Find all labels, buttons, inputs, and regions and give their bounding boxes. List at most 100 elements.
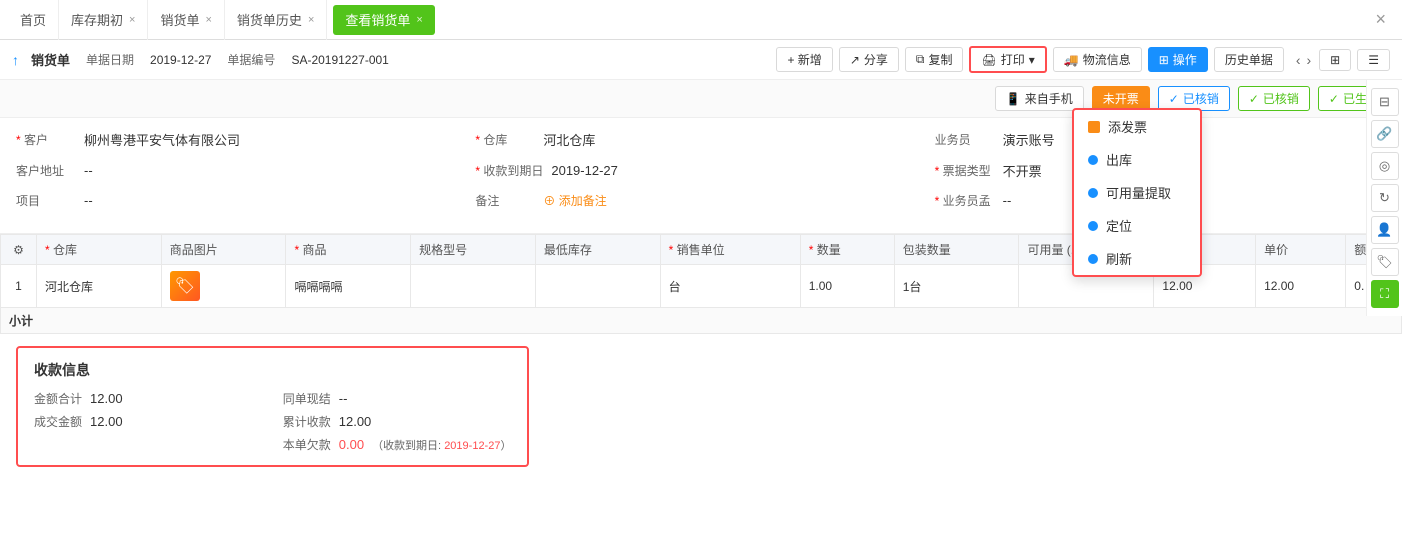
staff2-label: 业务员孟: [935, 192, 995, 209]
subtotal-row: 小计: [1, 308, 1402, 334]
refresh-item[interactable]: 刷新: [1074, 242, 1200, 275]
same-order-value: --: [339, 391, 348, 406]
tab-inventory-init-close[interactable]: ×: [129, 14, 135, 26]
cancelled-button[interactable]: ✓ 已核销: [1238, 86, 1310, 111]
due-date-value: 2019-12-27: [551, 163, 618, 178]
staff-value: 演示账号: [1003, 130, 1055, 149]
tab-sales-order-label: 销货单: [160, 10, 199, 29]
effective-icon: ✓: [1329, 92, 1339, 106]
tab-bar: 首页 库存期初 × 销货单 × 销货单历史 × 查看销货单 × ×: [0, 0, 1402, 40]
th-sales-unit: 销售单位: [660, 235, 800, 265]
sidebar-expand-button[interactable]: ⛶: [1371, 280, 1399, 308]
tab-inventory-init[interactable]: 库存期初 ×: [59, 0, 148, 40]
cell-sales-unit: 台: [660, 265, 800, 308]
add-invoice-label: 添发票: [1108, 117, 1147, 136]
transaction-amount-value: 12.00: [90, 414, 123, 429]
cumulative-receipt-value: 12.00: [339, 414, 372, 429]
sidebar-link-button[interactable]: 🔗: [1371, 120, 1399, 148]
same-order-label: 同单现结: [283, 390, 331, 407]
outbound-item[interactable]: 出库: [1074, 143, 1200, 176]
history-button[interactable]: 历史单据: [1214, 47, 1284, 72]
outbound-label: 出库: [1106, 150, 1132, 169]
cell-quantity: 1.00: [800, 265, 894, 308]
th-warehouse: 仓库: [37, 235, 162, 265]
customer-label: 客户: [16, 131, 76, 148]
product-thumbnail: 🏷: [170, 271, 200, 301]
logistics-button[interactable]: 🚚 物流信息: [1053, 47, 1142, 72]
ticket-type-label: 票据类型: [935, 162, 995, 179]
tab-view-sales-close[interactable]: ×: [416, 14, 422, 26]
cell-product-image: 🏷: [161, 265, 286, 308]
cumulative-receipt-label: 累计收款: [283, 413, 331, 430]
sidebar-refresh-button[interactable]: ↻: [1371, 184, 1399, 212]
check-icon: ✓: [1169, 92, 1179, 106]
toolbar-right: + 新增 ↗ 分享 ⧉ 复制 🖨 打印 ▾ 🚚 物流信息: [776, 46, 1390, 73]
th-unit-price: 单价: [1256, 235, 1346, 265]
tab-sales-order-close[interactable]: ×: [205, 14, 211, 26]
add-invoice-item[interactable]: 添发票: [1074, 110, 1200, 143]
tab-view-sales[interactable]: 查看销货单 ×: [333, 5, 434, 35]
new-button[interactable]: + 新增: [776, 47, 832, 72]
operations-icon: ⊞: [1159, 53, 1169, 67]
tab-home[interactable]: 首页: [8, 0, 59, 40]
next-arrow[interactable]: ›: [1305, 52, 1314, 68]
list-view-button[interactable]: ☰: [1357, 49, 1390, 71]
tab-sales-history[interactable]: 销货单历史 ×: [225, 0, 327, 40]
doc-type-label: 销货单: [31, 50, 70, 69]
tab-sales-order[interactable]: 销货单 ×: [148, 0, 224, 40]
operations-dropdown: 添发票 出库 可用量提取 定位 刷新: [1072, 108, 1202, 277]
sidebar-link-icon: 🔗: [1376, 126, 1392, 142]
tab-view-sales-label: 查看销货单: [345, 10, 410, 29]
th-product: 商品: [286, 235, 411, 265]
copy-button[interactable]: ⧉ 复制: [905, 47, 964, 72]
locate-label: 定位: [1106, 216, 1132, 235]
sidebar-user-button[interactable]: 👤: [1371, 216, 1399, 244]
date-label: 单据日期: [86, 51, 134, 68]
invoice-icon: [1088, 121, 1100, 133]
main-content: ↑ 销货单 单据日期 2019-12-27 单据编号 SA-20191227-0…: [0, 40, 1402, 533]
cell-unit-price: 12.00: [1256, 265, 1346, 308]
due-date-group: 收款到期日 2019-12-27: [475, 162, 926, 179]
tab-sales-history-close[interactable]: ×: [308, 14, 314, 26]
due-date-label: 收款到期日: [475, 162, 543, 179]
payment-section: 收款信息 金额合计 12.00 同单现结 -- 成交金额 12.00: [0, 334, 1402, 479]
locate-icon: [1088, 221, 1098, 231]
staff-label: 业务员: [935, 131, 995, 148]
print-dropdown-arrow: ▾: [1029, 53, 1035, 67]
available-qty-item[interactable]: 可用量提取: [1074, 176, 1200, 209]
sidebar-grid-icon: ⊟: [1379, 94, 1390, 110]
cell-no: 1: [1, 265, 37, 308]
grid-view-button[interactable]: ⊞: [1319, 49, 1351, 71]
add-note-button[interactable]: ⊕ 添加备注: [543, 192, 606, 209]
warehouse-value: 河北仓库: [543, 130, 595, 149]
sidebar-tag-button[interactable]: 🏷: [1371, 248, 1399, 276]
number-label: 单据编号: [227, 51, 275, 68]
th-settings[interactable]: ⚙: [1, 235, 37, 265]
same-order-item: 同单现结 --: [283, 390, 512, 407]
locate-item[interactable]: 定位: [1074, 209, 1200, 242]
warehouse-label: 仓库: [475, 131, 535, 148]
customer-addr-value: --: [84, 163, 93, 178]
share-icon: ↗: [850, 53, 860, 67]
sidebar-expand-icon: ⛶: [1380, 286, 1389, 302]
customer-addr-group: 客户地址 --: [16, 162, 467, 179]
print-button[interactable]: 🖨 打印 ▾: [969, 46, 1046, 73]
sidebar-circle-icon: ◎: [1379, 158, 1390, 174]
print-icon: 🖨: [981, 53, 996, 67]
tab-inventory-init-label: 库存期初: [71, 10, 123, 29]
sidebar-grid-view-button[interactable]: ⊟: [1371, 88, 1399, 116]
share-button[interactable]: ↗ 分享: [839, 47, 899, 72]
note-group: 备注 ⊕ 添加备注: [475, 192, 926, 209]
sidebar-circle-button[interactable]: ◎: [1371, 152, 1399, 180]
project-group: 项目 --: [16, 192, 467, 209]
payment-title: 收款信息: [34, 360, 511, 380]
th-min-stock: 最低库存: [535, 235, 660, 265]
from-phone-button[interactable]: 📱 来自手机: [995, 86, 1084, 111]
operations-button[interactable]: ⊞ 操作: [1148, 47, 1208, 72]
window-close-button[interactable]: ×: [1367, 9, 1394, 30]
staff2-value: --: [1003, 193, 1012, 208]
cell-warehouse: 河北仓库: [37, 265, 162, 308]
toolbar-left: ↑ 销货单 单据日期 2019-12-27 单据编号 SA-20191227-0…: [12, 50, 768, 69]
doc-type-icon: ↑: [12, 52, 19, 68]
prev-arrow[interactable]: ‹: [1294, 52, 1303, 68]
